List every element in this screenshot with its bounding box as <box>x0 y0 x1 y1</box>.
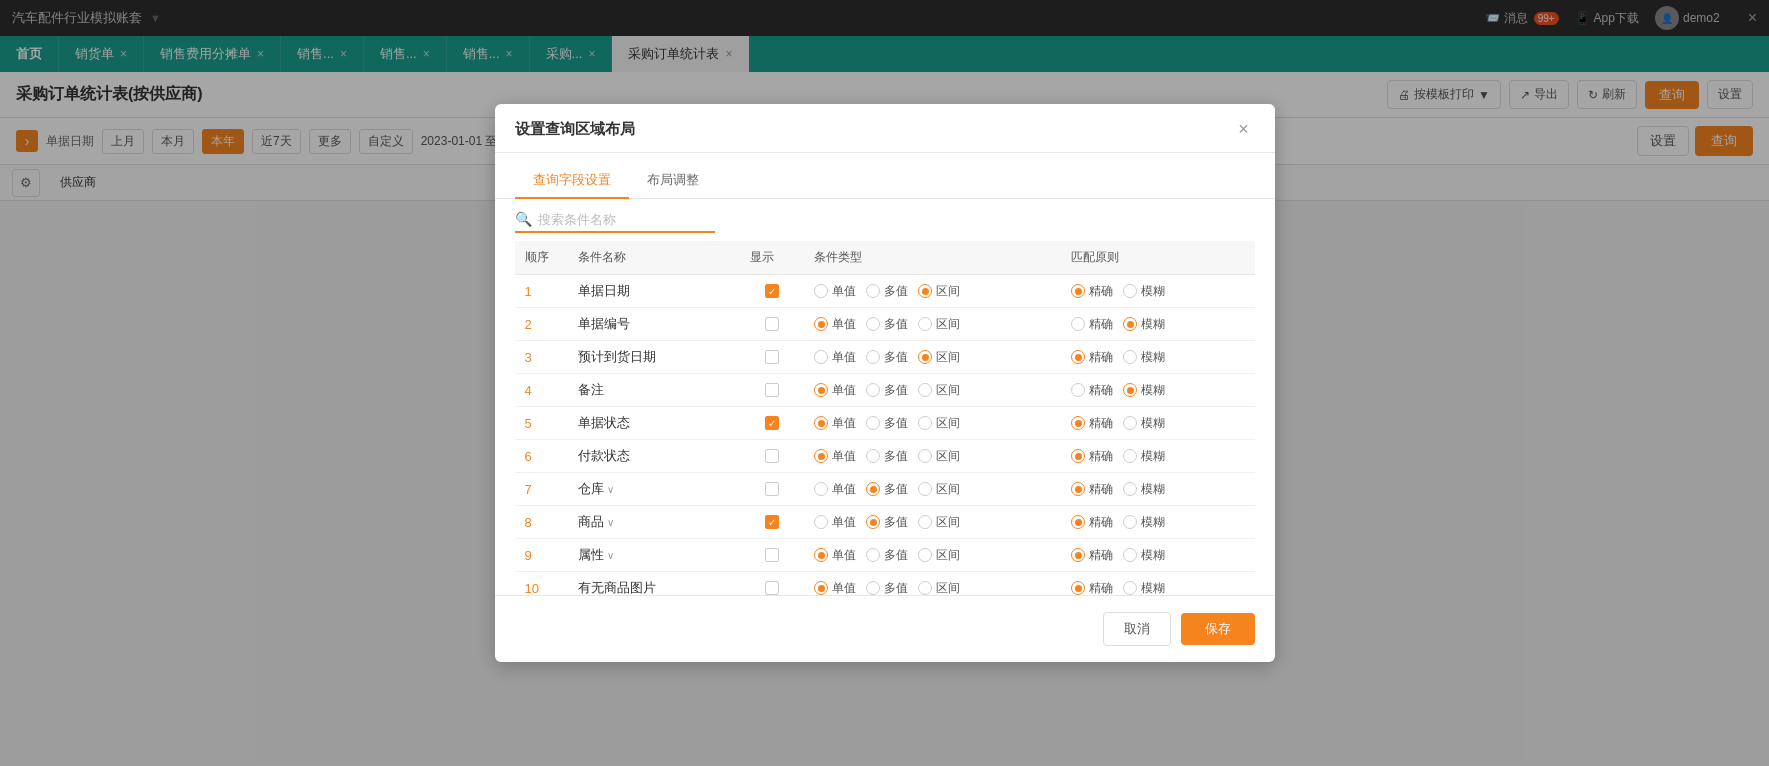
dialog-close-btn[interactable]: × <box>1233 118 1255 140</box>
dialog-tab-query-fields[interactable]: 查询字段设置 <box>515 163 629 199</box>
settings-dialog: 设置查询区域布局 × 查询字段设置 布局调整 🔍 顺序 条件名称 显示 <box>495 104 1275 201</box>
dialog-search-area: 🔍 <box>495 199 1275 201</box>
dialog-tab-layout[interactable]: 布局调整 <box>629 163 717 199</box>
dialog-tabs: 查询字段设置 布局调整 <box>495 153 1275 199</box>
dialog-header: 设置查询区域布局 × <box>495 104 1275 153</box>
dialog-title: 设置查询区域布局 <box>515 120 635 139</box>
dialog-overlay: 设置查询区域布局 × 查询字段设置 布局调整 🔍 顺序 条件名称 显示 <box>0 0 1769 201</box>
